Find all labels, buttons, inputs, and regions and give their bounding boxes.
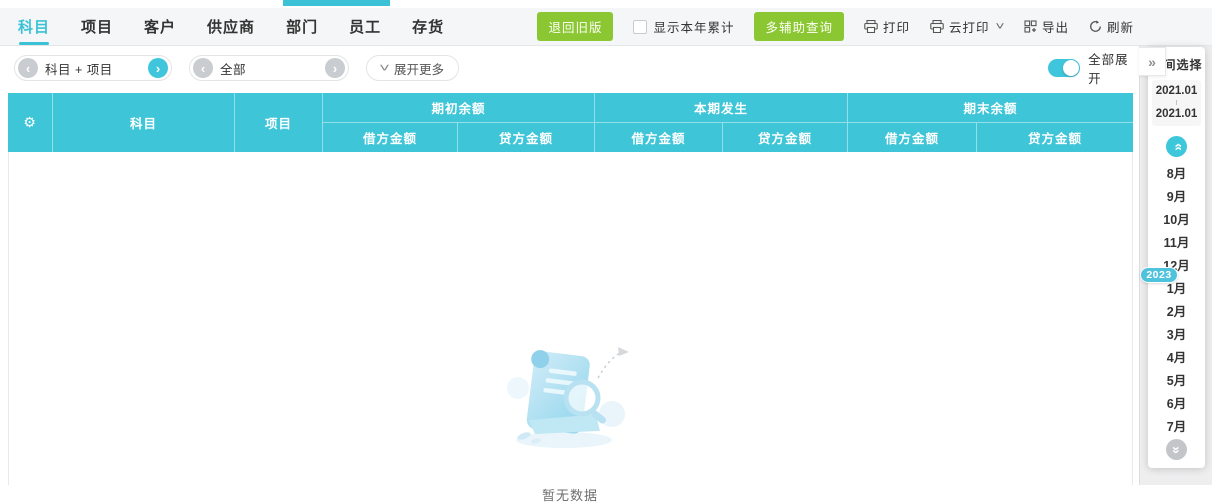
cloud-printer-icon bbox=[930, 20, 944, 33]
expand-all-control: 全部展开 bbox=[1048, 46, 1139, 90]
year-badge: 2023 bbox=[1140, 267, 1178, 283]
refresh-icon bbox=[1089, 20, 1102, 33]
refresh-label: 刷新 bbox=[1106, 21, 1134, 35]
expand-more-button[interactable]: ˅ 展开更多 bbox=[366, 55, 460, 81]
tab-inventory[interactable]: 存货 bbox=[412, 8, 444, 45]
header-ending-balance: 期末余额 bbox=[848, 93, 1133, 123]
chevron-right-icon[interactable]: › bbox=[148, 58, 168, 78]
chevron-left-icon[interactable]: ‹ bbox=[193, 58, 213, 78]
header-project: 项目 bbox=[235, 93, 323, 152]
header-credit-amount: 贷方金额 bbox=[458, 123, 595, 152]
header-current-period: 本期发生 bbox=[595, 93, 848, 123]
cloud-print-button[interactable]: 云打印 ˅ bbox=[930, 17, 1004, 36]
gear-icon: ⚙ bbox=[23, 114, 37, 130]
main-content: ⚙ 科目 项目 期初余额 本期发生 期末余额 借方金额 贷方金额 借方金额 贷方… bbox=[0, 90, 1139, 503]
period-range-selector[interactable]: 2021.01 2021.01 bbox=[1152, 80, 1201, 126]
nav-tabs: 科目 项目 客户 供应商 部门 员工 存货 bbox=[0, 8, 444, 45]
period-range-start: 2021.01 bbox=[1155, 85, 1198, 97]
multi-aux-query-button[interactable]: 多辅助查询 bbox=[754, 12, 844, 41]
header-debit-amount: 借方金额 bbox=[848, 123, 977, 152]
month-item[interactable]: 11月 bbox=[1148, 230, 1205, 253]
scope-value: 全部 bbox=[220, 62, 247, 77]
month-item[interactable]: 9月 bbox=[1148, 184, 1205, 207]
tab-employee[interactable]: 员工 bbox=[349, 8, 381, 45]
header-debit-amount: 借方金额 bbox=[323, 123, 458, 152]
show-ytd-checkbox-wrap[interactable]: 显示本年累计 bbox=[633, 17, 734, 36]
double-chevron-down-icon: » bbox=[1168, 445, 1185, 454]
scope-selector[interactable]: ‹ 全部 › bbox=[189, 55, 349, 81]
chevron-right-icon[interactable]: › bbox=[325, 58, 345, 78]
top-strip bbox=[0, 0, 1212, 8]
show-ytd-checkbox[interactable] bbox=[633, 19, 648, 34]
app-page: 科目 项目 客户 供应商 部门 员工 存货 退回旧版 显示本年累计 多辅助查询 … bbox=[0, 0, 1212, 503]
tab-department[interactable]: 部门 bbox=[286, 8, 318, 45]
month-item[interactable]: 2月 bbox=[1148, 299, 1205, 322]
show-ytd-label: 显示本年累计 bbox=[653, 21, 735, 35]
month-item[interactable]: 10月 bbox=[1148, 207, 1205, 230]
month-item[interactable]: 7月 bbox=[1148, 414, 1205, 437]
period-range-end: 2021.01 bbox=[1155, 108, 1198, 120]
header-credit-amount: 贷方金额 bbox=[1027, 132, 1082, 146]
period-panel: 期间选择 2021.01 2021.01 » 8月 9月 10月 11月 12月… bbox=[1148, 47, 1205, 468]
tab-subject[interactable]: 科目 bbox=[18, 8, 50, 45]
print-label: 打印 bbox=[883, 21, 911, 35]
expand-all-label: 全部展开 bbox=[1088, 53, 1129, 86]
scroll-up-button[interactable]: » bbox=[1166, 136, 1187, 157]
header-credit-amount: 贷方金额 bbox=[723, 123, 848, 152]
navbar: 科目 项目 客户 供应商 部门 员工 存货 退回旧版 显示本年累计 多辅助查询 … bbox=[0, 8, 1212, 46]
export-icon bbox=[1024, 20, 1037, 33]
header-subject: 科目 bbox=[53, 93, 235, 152]
printer-icon bbox=[864, 20, 878, 33]
chevron-left-icon[interactable]: ‹ bbox=[18, 58, 38, 78]
print-button[interactable]: 打印 bbox=[864, 17, 910, 36]
export-label: 导出 bbox=[1041, 21, 1069, 35]
month-item[interactable]: 8月 bbox=[1148, 161, 1205, 184]
month-item[interactable]: 4月 bbox=[1148, 345, 1205, 368]
tab-customer[interactable]: 客户 bbox=[144, 8, 176, 45]
dimension-selector[interactable]: ‹ 科目 + 项目 › bbox=[14, 55, 172, 81]
back-old-version-button[interactable]: 退回旧版 bbox=[537, 12, 614, 41]
table-header: ⚙ 科目 项目 期初余额 本期发生 期末余额 借方金额 贷方金额 借方金额 贷方… bbox=[8, 93, 1133, 152]
cloud-print-label: 云打印 bbox=[949, 21, 990, 35]
toggle-knob bbox=[1063, 60, 1080, 76]
range-separator bbox=[1176, 100, 1177, 105]
month-item[interactable]: 5月 bbox=[1148, 368, 1205, 391]
export-button[interactable]: 导出 bbox=[1024, 17, 1069, 36]
empty-illustration bbox=[507, 347, 629, 448]
chevron-down-icon: ˅ bbox=[995, 20, 1006, 33]
expand-more-label: 展开更多 bbox=[394, 62, 445, 77]
month-item[interactable]: 3月 bbox=[1148, 322, 1205, 345]
header-opening-balance: 期初余额 bbox=[323, 93, 595, 123]
empty-text: 暂无数据 bbox=[541, 488, 598, 503]
double-chevron-up-icon: » bbox=[1168, 142, 1185, 151]
tab-supplier[interactable]: 供应商 bbox=[207, 8, 255, 45]
dimension-value: 科目 + 项目 bbox=[45, 62, 113, 77]
collapse-panel-button[interactable]: » bbox=[1139, 47, 1166, 76]
top-tab-indicator bbox=[283, 0, 390, 6]
expand-all-toggle[interactable] bbox=[1048, 59, 1081, 77]
scroll-down-button[interactable]: » bbox=[1166, 439, 1187, 460]
column-settings-button[interactable]: ⚙ bbox=[8, 93, 53, 152]
filter-row: ‹ 科目 + 项目 › ‹ 全部 › ˅ 展开更多 全部展开 bbox=[0, 46, 1139, 90]
toolbar: 退回旧版 显示本年累计 多辅助查询 打印 云打印 ˅ 导出 刷新 bbox=[537, 12, 1212, 41]
empty-state: 暂无数据 bbox=[500, 340, 640, 504]
header-debit-amount: 借方金额 bbox=[595, 123, 723, 152]
tab-project[interactable]: 项目 bbox=[81, 8, 113, 45]
chevron-down-icon: ˅ bbox=[379, 61, 390, 75]
refresh-button[interactable]: 刷新 bbox=[1089, 17, 1134, 36]
month-list: 8月 9月 10月 11月 12月 1月 2月 3月 4月 5月 6月 7月 bbox=[1148, 161, 1205, 437]
month-item[interactable]: 6月 bbox=[1148, 391, 1205, 414]
